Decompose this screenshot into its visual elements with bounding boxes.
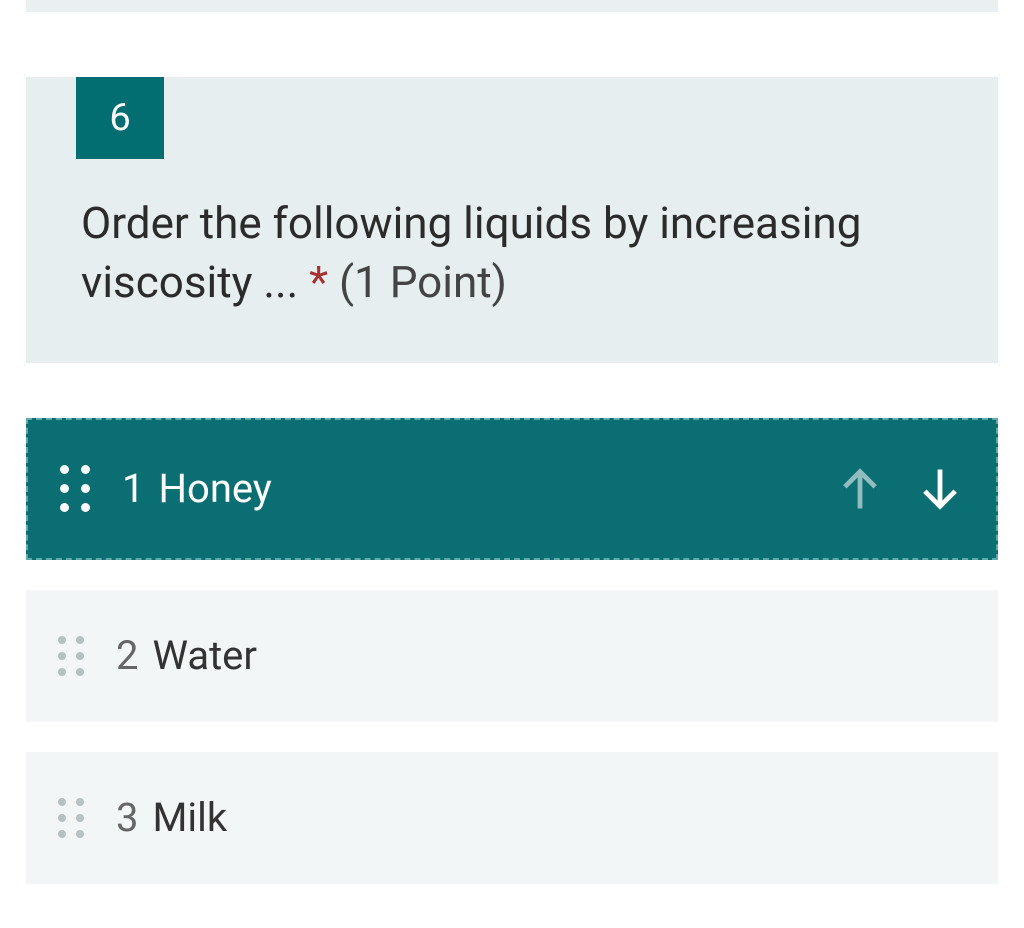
rank-position: 2	[116, 632, 138, 679]
top-divider	[26, 0, 998, 12]
question-header: 6 Order the following liquids by increas…	[26, 77, 998, 363]
drag-handle-icon[interactable]	[58, 636, 84, 676]
move-up-button[interactable]	[834, 463, 886, 515]
rank-position: 1	[122, 465, 144, 512]
drag-handle-icon[interactable]	[60, 465, 90, 512]
rank-label: Water	[152, 632, 256, 679]
drag-handle-icon[interactable]	[58, 798, 84, 838]
ranking-list: 1 Honey 2 Water 3 Milk	[26, 418, 998, 884]
required-asterisk: *	[309, 256, 328, 308]
rank-label: Milk	[152, 794, 227, 841]
rank-item-1[interactable]: 1 Honey	[26, 418, 998, 560]
reorder-controls	[834, 463, 966, 515]
rank-item-3[interactable]: 3 Milk	[26, 752, 998, 884]
question-points: (1 Point)	[339, 256, 507, 308]
move-down-button[interactable]	[914, 463, 966, 515]
rank-position: 3	[116, 794, 138, 841]
rank-label: Honey	[158, 465, 271, 512]
question-text: Order the following liquids by increasin…	[26, 159, 998, 313]
rank-item-2[interactable]: 2 Water	[26, 590, 998, 722]
question-number-badge: 6	[76, 77, 164, 159]
